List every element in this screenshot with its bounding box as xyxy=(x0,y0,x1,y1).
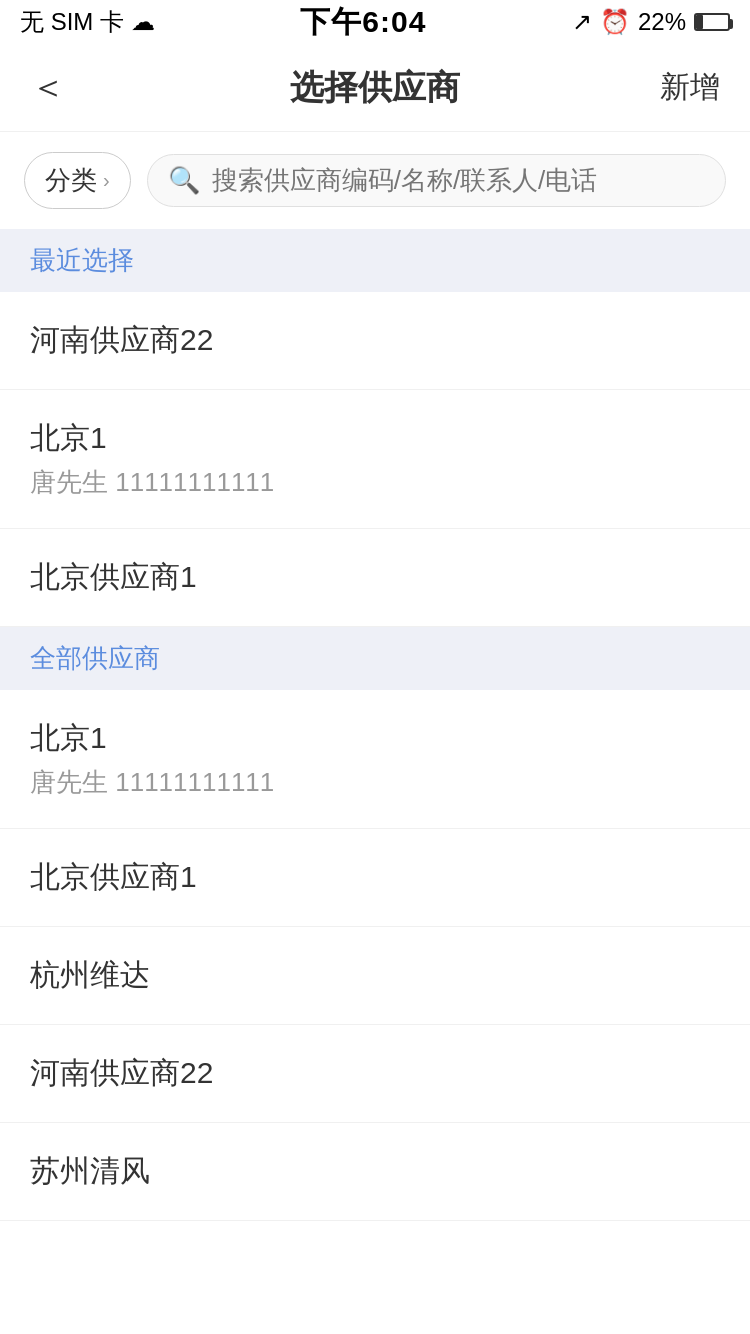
item-name: 北京1 xyxy=(30,718,720,759)
list-item[interactable]: 北京供应商1 xyxy=(0,829,750,927)
list-item[interactable]: 河南供应商22 xyxy=(0,1025,750,1123)
item-name: 河南供应商22 xyxy=(30,320,720,361)
search-input[interactable] xyxy=(212,165,705,196)
list-item[interactable]: 北京1 唐先生 11111111111 xyxy=(0,690,750,829)
list-item[interactable]: 河南供应商22 xyxy=(0,292,750,390)
item-name: 北京供应商1 xyxy=(30,557,720,598)
item-name: 杭州维达 xyxy=(30,955,720,996)
category-label: 分类 xyxy=(45,163,97,198)
all-section-title: 全部供应商 xyxy=(30,643,160,673)
status-bar: 无 SIM 卡 ☁ 下午6:04 ↗ ⏰ 22% xyxy=(0,0,750,44)
all-section-header: 全部供应商 xyxy=(0,627,750,690)
item-detail: 唐先生 11111111111 xyxy=(30,765,720,800)
item-detail: 唐先生 11111111111 xyxy=(30,465,720,500)
item-name: 苏州清风 xyxy=(30,1151,720,1192)
recent-list: 河南供应商22 北京1 唐先生 11111111111 北京供应商1 xyxy=(0,292,750,627)
nav-bar: ＜ 选择供应商 新增 xyxy=(0,44,750,132)
page-title: 选择供应商 xyxy=(290,65,460,111)
filter-row: 分类 › 🔍 xyxy=(0,132,750,229)
status-time: 下午6:04 xyxy=(300,2,426,43)
item-name: 北京1 xyxy=(30,418,720,459)
recent-section-title: 最近选择 xyxy=(30,245,134,275)
sim-status: 无 SIM 卡 ☁ xyxy=(20,6,155,38)
new-add-button[interactable]: 新增 xyxy=(660,67,720,108)
chevron-right-icon: › xyxy=(103,169,110,192)
search-icon: 🔍 xyxy=(168,165,200,196)
item-name: 河南供应商22 xyxy=(30,1053,720,1094)
battery-icon xyxy=(694,13,730,31)
item-name: 北京供应商1 xyxy=(30,857,720,898)
status-left: 无 SIM 卡 ☁ xyxy=(20,6,155,38)
list-item[interactable]: 北京1 唐先生 11111111111 xyxy=(0,390,750,529)
list-item[interactable]: 北京供应商1 xyxy=(0,529,750,627)
alarm-icon: ⏰ xyxy=(600,8,630,36)
search-box[interactable]: 🔍 xyxy=(147,154,726,207)
location-icon: ↗ xyxy=(572,8,592,36)
all-list: 北京1 唐先生 11111111111 北京供应商1 杭州维达河南供应商22 苏州清… xyxy=(0,690,750,1221)
battery-indicator: 22% xyxy=(638,8,686,36)
status-right: ↗ ⏰ 22% xyxy=(572,8,730,36)
list-item[interactable]: 杭州维达 xyxy=(0,927,750,1025)
back-button[interactable]: ＜ xyxy=(30,63,90,112)
list-item[interactable]: 苏州清风 xyxy=(0,1123,750,1221)
category-button[interactable]: 分类 › xyxy=(24,152,131,209)
recent-section-header: 最近选择 xyxy=(0,229,750,292)
